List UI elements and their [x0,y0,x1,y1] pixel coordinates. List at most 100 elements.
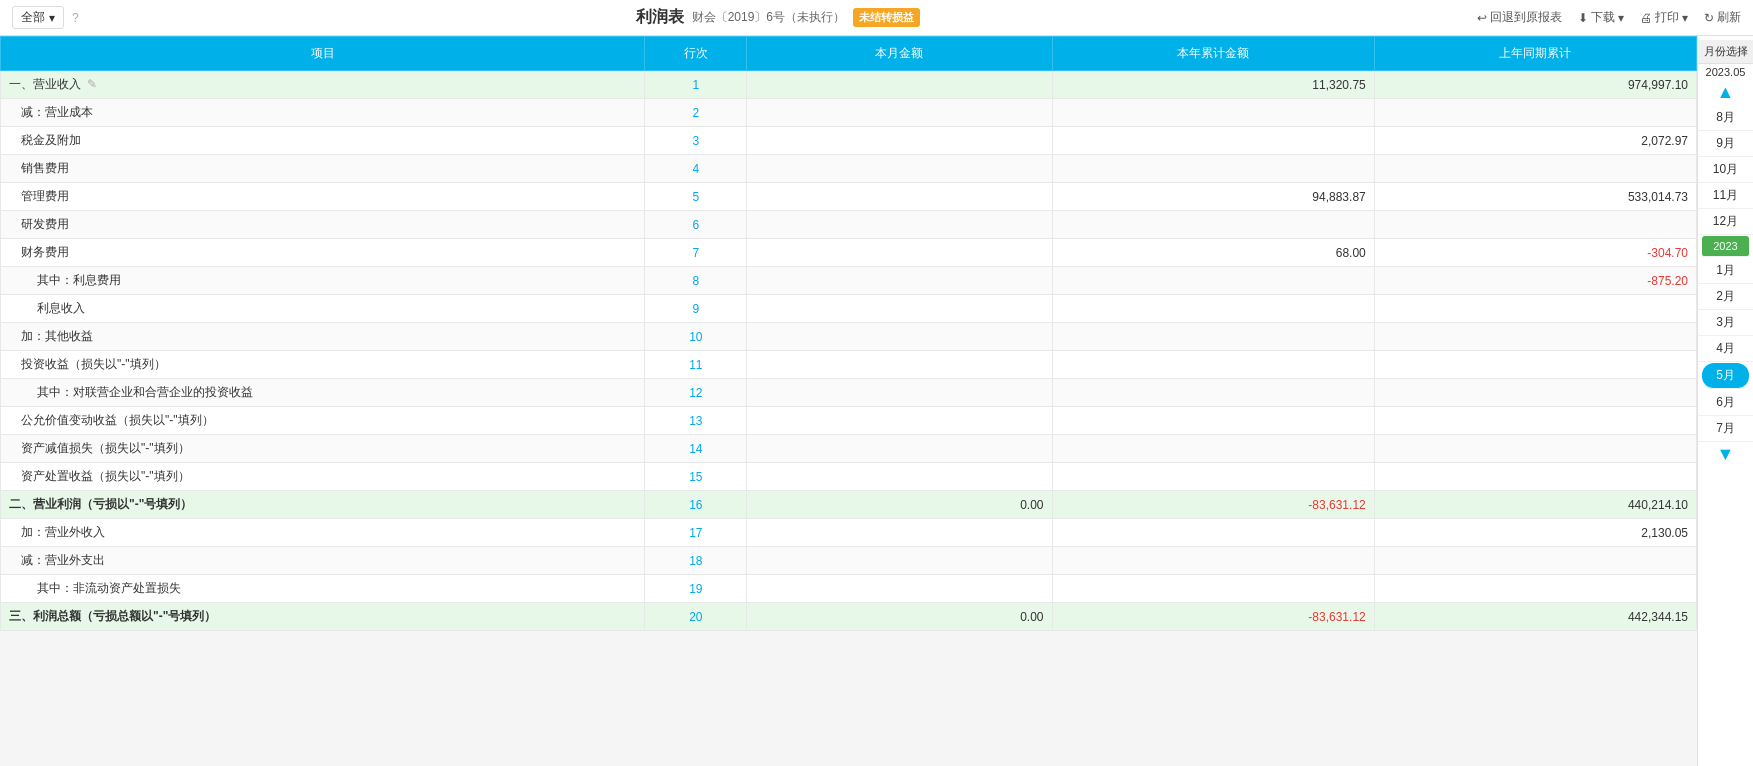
month-item[interactable]: 4月 [1698,336,1753,362]
chevron-down-icon: ▾ [1618,11,1624,25]
side-panel: 月份选择 2023.05 ▲ 8月9月10月11月12月20231月2月3月4月… [1697,36,1753,766]
table-area: 项目 行次 本月金额 本年累计金额 上年同期累计 一、营业收入✎ 1 11,32… [0,36,1697,766]
refresh-button[interactable]: ↻ 刷新 [1704,9,1741,26]
cell-current: 0.00 [747,491,1052,519]
month-up-arrow[interactable]: ▲ [1698,80,1753,105]
table-row: 财务费用 7 68.00 -304.70 [1,239,1697,267]
cell-prior [1374,547,1696,575]
month-item[interactable]: 11月 [1698,183,1753,209]
cell-prior: -304.70 [1374,239,1696,267]
print-icon: 🖨 [1640,11,1652,25]
print-button[interactable]: 🖨 打印 ▾ [1640,9,1688,26]
cell-prior [1374,323,1696,351]
side-panel-date: 2023.05 [1698,64,1753,80]
page-title: 利润表 [636,7,684,28]
cell-prior [1374,155,1696,183]
cell-item: 利息收入 [1,295,645,323]
cell-row: 3 [645,127,747,155]
table-row: 税金及附加 3 2,072.97 [1,127,1697,155]
cell-ytd [1052,519,1374,547]
cell-row[interactable]: 13 [645,407,747,435]
month-item[interactable]: 12月 [1698,209,1753,235]
cell-row[interactable]: 11 [645,351,747,379]
month-down-arrow[interactable]: ▼ [1698,442,1753,467]
month-item[interactable]: 2月 [1698,284,1753,310]
month-item[interactable]: 5月 [1702,363,1749,389]
month-item[interactable]: 8月 [1698,105,1753,131]
cell-prior [1374,295,1696,323]
cell-ytd [1052,351,1374,379]
col-row: 行次 [645,37,747,71]
refresh-label: 刷新 [1717,9,1741,26]
cell-item: 加：营业外收入 [1,519,645,547]
cell-current [747,127,1052,155]
cell-row[interactable]: 12 [645,379,747,407]
cell-current [747,155,1052,183]
cell-current [747,183,1052,211]
help-icon[interactable]: ? [72,11,79,25]
table-row: 加：其他收益 10 [1,323,1697,351]
print-label: 打印 [1655,9,1679,26]
table-row: 管理费用 5 94,883.87 533,014.73 [1,183,1697,211]
cell-row: 2 [645,99,747,127]
cell-current [747,267,1052,295]
table-row: 投资收益（损失以"-"填列） 11 [1,351,1697,379]
month-item[interactable]: 10月 [1698,157,1753,183]
table-row: 资产减值损失（损失以"-"填列） 14 [1,435,1697,463]
month-item[interactable]: 6月 [1698,390,1753,416]
cell-row: 6 [645,211,747,239]
cell-current: 0.00 [747,603,1052,631]
cell-item: 资产处置收益（损失以"-"填列） [1,463,645,491]
status-badge[interactable]: 未结转损益 [853,8,920,27]
cell-item: 减：营业成本 [1,99,645,127]
return-label: 回退到原报表 [1490,9,1562,26]
cell-prior [1374,379,1696,407]
cell-ytd [1052,127,1374,155]
cell-row[interactable]: 14 [645,435,747,463]
download-button[interactable]: ⬇ 下载 ▾ [1578,9,1624,26]
cell-ytd [1052,407,1374,435]
month-item[interactable]: 2023 [1702,236,1749,257]
cell-row[interactable]: 17 [645,519,747,547]
cell-ytd [1052,267,1374,295]
cell-ytd [1052,435,1374,463]
month-item[interactable]: 7月 [1698,416,1753,442]
cell-current [747,351,1052,379]
cell-item: 一、营业收入✎ [1,71,645,99]
cell-row: 9 [645,295,747,323]
month-item[interactable]: 9月 [1698,131,1753,157]
cell-row: 18 [645,547,747,575]
side-panel-label: 月份选择 [1698,40,1753,64]
cell-prior [1374,211,1696,239]
top-bar-center: 利润表 财会〔2019〕6号（未执行） 未结转损益 [636,7,920,28]
return-button[interactable]: ↩ 回退到原报表 [1477,9,1562,26]
edit-icon[interactable]: ✎ [87,77,97,91]
cell-ytd [1052,575,1374,603]
cell-item: 销售费用 [1,155,645,183]
cell-ytd [1052,379,1374,407]
table-row: 研发费用 6 [1,211,1697,239]
month-item[interactable]: 3月 [1698,310,1753,336]
table-row: 销售费用 4 [1,155,1697,183]
cell-current [747,519,1052,547]
cell-item: 其中：非流动资产处置损失 [1,575,645,603]
cell-item: 管理费用 [1,183,645,211]
month-item[interactable]: 1月 [1698,258,1753,284]
cell-current [747,435,1052,463]
col-ytd: 本年累计金额 [1052,37,1374,71]
cell-item: 研发费用 [1,211,645,239]
profit-table: 项目 行次 本月金额 本年累计金额 上年同期累计 一、营业收入✎ 1 11,32… [0,36,1697,631]
scope-dropdown[interactable]: 全部 ▾ [12,6,64,29]
cell-prior [1374,351,1696,379]
cell-item: 其中：利息费用 [1,267,645,295]
month-list: 8月9月10月11月12月20231月2月3月4月5月6月7月 [1698,105,1753,442]
cell-prior: 442,344.15 [1374,603,1696,631]
cell-prior: 533,014.73 [1374,183,1696,211]
chevron-down-icon: ▾ [1682,11,1688,25]
table-row: 减：营业外支出 18 [1,547,1697,575]
cell-row: 5 [645,183,747,211]
cell-item: 资产减值损失（损失以"-"填列） [1,435,645,463]
cell-row[interactable]: 10 [645,323,747,351]
cell-current [747,407,1052,435]
cell-row[interactable]: 15 [645,463,747,491]
